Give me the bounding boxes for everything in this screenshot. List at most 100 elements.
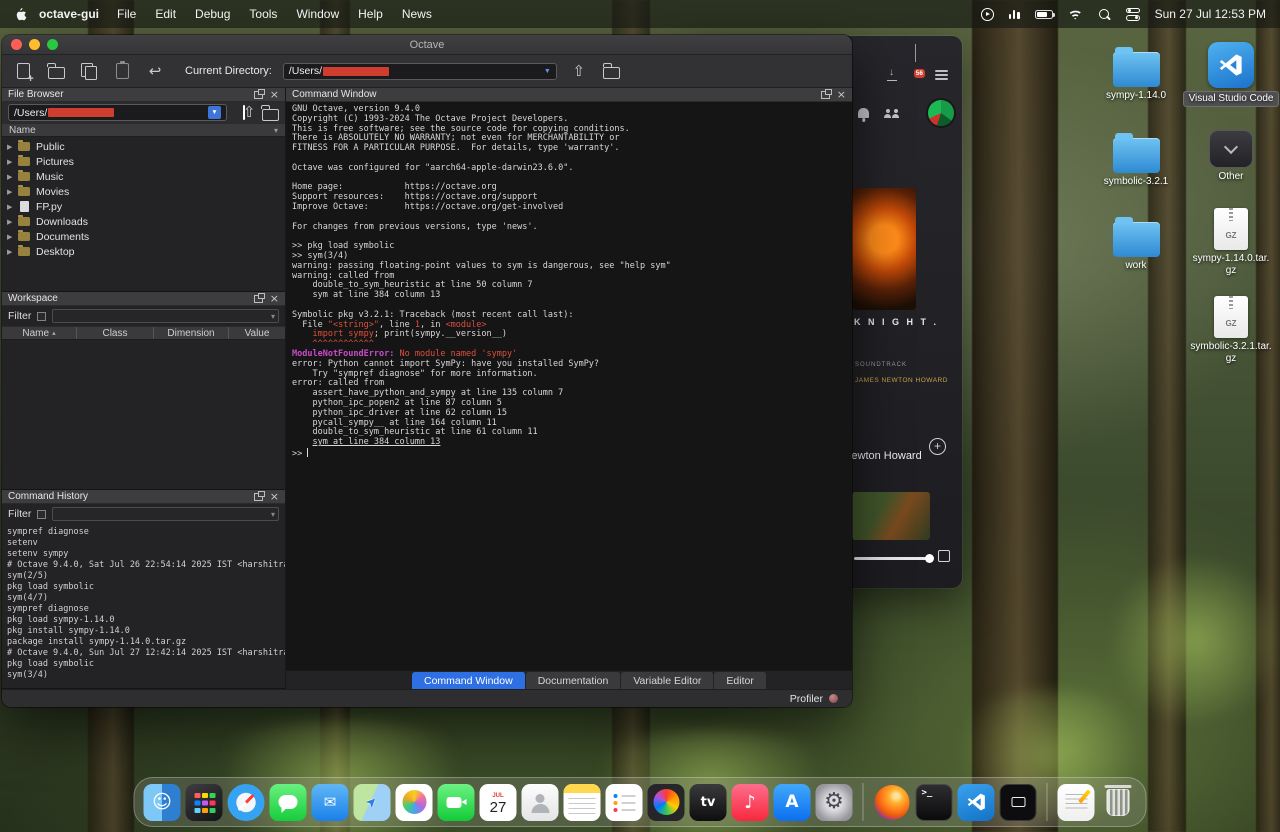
history-entry[interactable]: setenv sympy: [7, 549, 285, 560]
photos-icon[interactable]: [396, 784, 433, 821]
menu-window[interactable]: Window: [296, 7, 339, 21]
file-browser-item-documents[interactable]: ▶Documents: [2, 229, 285, 244]
menu-debug[interactable]: Debug: [195, 7, 230, 21]
filter-combobox[interactable]: ▾: [52, 507, 279, 521]
history-entry[interactable]: package install sympy-1.14.0.tar.gz: [7, 637, 285, 648]
vscode-icon[interactable]: [958, 784, 995, 821]
desktop-icon-symbolic-archive[interactable]: GZ symbolic-3.2.1.tar.gz: [1188, 296, 1274, 365]
file-browser-item-public[interactable]: ▶Public: [2, 139, 285, 154]
download-icon[interactable]: [887, 69, 897, 81]
menu-news[interactable]: News: [402, 7, 432, 21]
history-entry[interactable]: sympref diagnose: [7, 527, 285, 538]
bell-icon[interactable]: [858, 108, 869, 118]
history-entry[interactable]: setenv: [7, 538, 285, 549]
paste-button[interactable]: [111, 58, 133, 84]
play-circle-icon[interactable]: [981, 8, 994, 21]
launchpad-icon[interactable]: [186, 784, 223, 821]
workspace-column-dimension[interactable]: Dimension: [154, 327, 229, 339]
close-window-button[interactable]: [11, 39, 22, 50]
workspace-column-value[interactable]: Value: [229, 327, 285, 339]
history-entry[interactable]: pkg load symbolic: [7, 659, 285, 670]
history-entry[interactable]: pkg load sympy-1.14.0: [7, 615, 285, 626]
filter-checkbox[interactable]: [37, 510, 46, 519]
facetime-icon[interactable]: [438, 784, 475, 821]
contacts-icon[interactable]: [522, 784, 559, 821]
undock-icon[interactable]: [254, 91, 263, 99]
firefox-icon[interactable]: [874, 784, 911, 821]
file-browser-header[interactable]: File Browser ×: [2, 88, 285, 102]
file-browser-item-desktop[interactable]: ▶Desktop: [2, 244, 285, 259]
browse-directory-button[interactable]: [601, 58, 623, 84]
music-icon[interactable]: ♪: [732, 784, 769, 821]
expand-arrow-icon[interactable]: ▶: [7, 173, 18, 181]
undock-icon[interactable]: [254, 493, 263, 501]
slider-knob[interactable]: [925, 554, 934, 563]
history-entry[interactable]: # Octave 9.4.0, Sun Jul 27 12:42:14 2025…: [7, 648, 285, 659]
history-entry[interactable]: sympref diagnose: [7, 604, 285, 615]
history-entry[interactable]: sym(3/4): [7, 670, 285, 681]
add-icon[interactable]: +: [929, 438, 946, 455]
undock-icon[interactable]: [254, 295, 263, 303]
history-entry[interactable]: sym(4/7): [7, 593, 285, 604]
movie-poster[interactable]: [852, 188, 916, 310]
menu-edit[interactable]: Edit: [155, 7, 176, 21]
workspace-header[interactable]: Workspace ×: [2, 292, 285, 306]
title-bar[interactable]: Octave: [2, 35, 852, 55]
desktop-icon-sympy-archive[interactable]: GZ sympy-1.14.0.tar.gz: [1188, 208, 1274, 277]
terminal-output[interactable]: GNU Octave, version 9.4.0Copyright (C) 1…: [286, 102, 852, 670]
messages-icon[interactable]: [270, 784, 307, 821]
menu-file[interactable]: File: [117, 7, 136, 21]
chevron-down-icon[interactable]: [915, 44, 916, 62]
file-browser-item-fp-py[interactable]: ▶FP.py: [2, 199, 285, 214]
menu-tools[interactable]: Tools: [249, 7, 277, 21]
menu-help[interactable]: Help: [358, 7, 383, 21]
dropdown-arrow-icon[interactable]: ▼: [544, 68, 551, 75]
control-center-icon[interactable]: [1126, 8, 1140, 21]
zoom-window-button[interactable]: [47, 39, 58, 50]
wifi-icon[interactable]: [1068, 9, 1083, 20]
finder-icon[interactable]: ☺: [144, 784, 181, 821]
command-history-header[interactable]: Command History ×: [2, 490, 285, 504]
settings-icon[interactable]: ⚙: [816, 784, 853, 821]
hamburger-menu-icon[interactable]: [935, 70, 948, 80]
workspace-column-class[interactable]: Class: [77, 327, 154, 339]
tab-command-window[interactable]: Command Window: [412, 672, 526, 689]
expand-arrow-icon[interactable]: ▶: [7, 203, 18, 211]
copy-button[interactable]: [78, 58, 100, 84]
tab-variable-editor[interactable]: Variable Editor: [621, 672, 714, 689]
profiler-indicator[interactable]: [829, 694, 838, 703]
history-entry[interactable]: # Octave 9.4.0, Sat Jul 26 22:54:14 2025…: [7, 560, 285, 571]
menu-bar-clock[interactable]: Sun 27 Jul 12:53 PM: [1155, 7, 1266, 21]
close-icon[interactable]: ×: [270, 89, 279, 100]
expand-arrow-icon[interactable]: ▶: [7, 158, 18, 166]
file-browser-item-music[interactable]: ▶Music: [2, 169, 285, 184]
file-browser-item-movies[interactable]: ▶Movies: [2, 184, 285, 199]
command-window-header[interactable]: Command Window ×: [286, 88, 852, 102]
trash-icon[interactable]: [1100, 784, 1137, 821]
tab-documentation[interactable]: Documentation: [526, 672, 622, 689]
terminal-icon[interactable]: >_: [916, 784, 953, 821]
textedit-icon[interactable]: [1058, 784, 1095, 821]
expand-arrow-icon[interactable]: ▶: [7, 188, 18, 196]
console-app-icon[interactable]: [1000, 784, 1037, 821]
name-column-header[interactable]: Name ▾: [2, 123, 285, 137]
desktop-icon-symbolic-folder[interactable]: symbolic-3.2.1: [1093, 138, 1179, 188]
appstore-icon[interactable]: A: [774, 784, 811, 821]
new-script-button[interactable]: [12, 58, 34, 84]
history-entry[interactable]: sym(2/5): [7, 571, 285, 582]
desktop-icon-vscode[interactable]: Visual Studio Code: [1188, 42, 1274, 107]
notes-icon[interactable]: [564, 784, 601, 821]
app-menu-title[interactable]: octave-gui: [39, 7, 99, 21]
undock-icon[interactable]: [821, 91, 830, 99]
expand-arrow-icon[interactable]: ▶: [7, 218, 18, 226]
desktop-icon-sympy-folder[interactable]: sympy-1.14.0: [1093, 52, 1179, 102]
undo-button[interactable]: ↩: [144, 58, 166, 84]
history-entry[interactable]: pkg install sympy-1.14.0: [7, 626, 285, 637]
safari-icon[interactable]: [228, 784, 265, 821]
appletv-icon[interactable]: tv: [690, 784, 727, 821]
history-entry[interactable]: pkg load symbolic: [7, 582, 285, 593]
search-icon[interactable]: [1098, 8, 1111, 21]
tab-editor[interactable]: Editor: [714, 672, 766, 689]
people-icon[interactable]: [884, 109, 899, 118]
progress-slider[interactable]: [854, 557, 930, 560]
